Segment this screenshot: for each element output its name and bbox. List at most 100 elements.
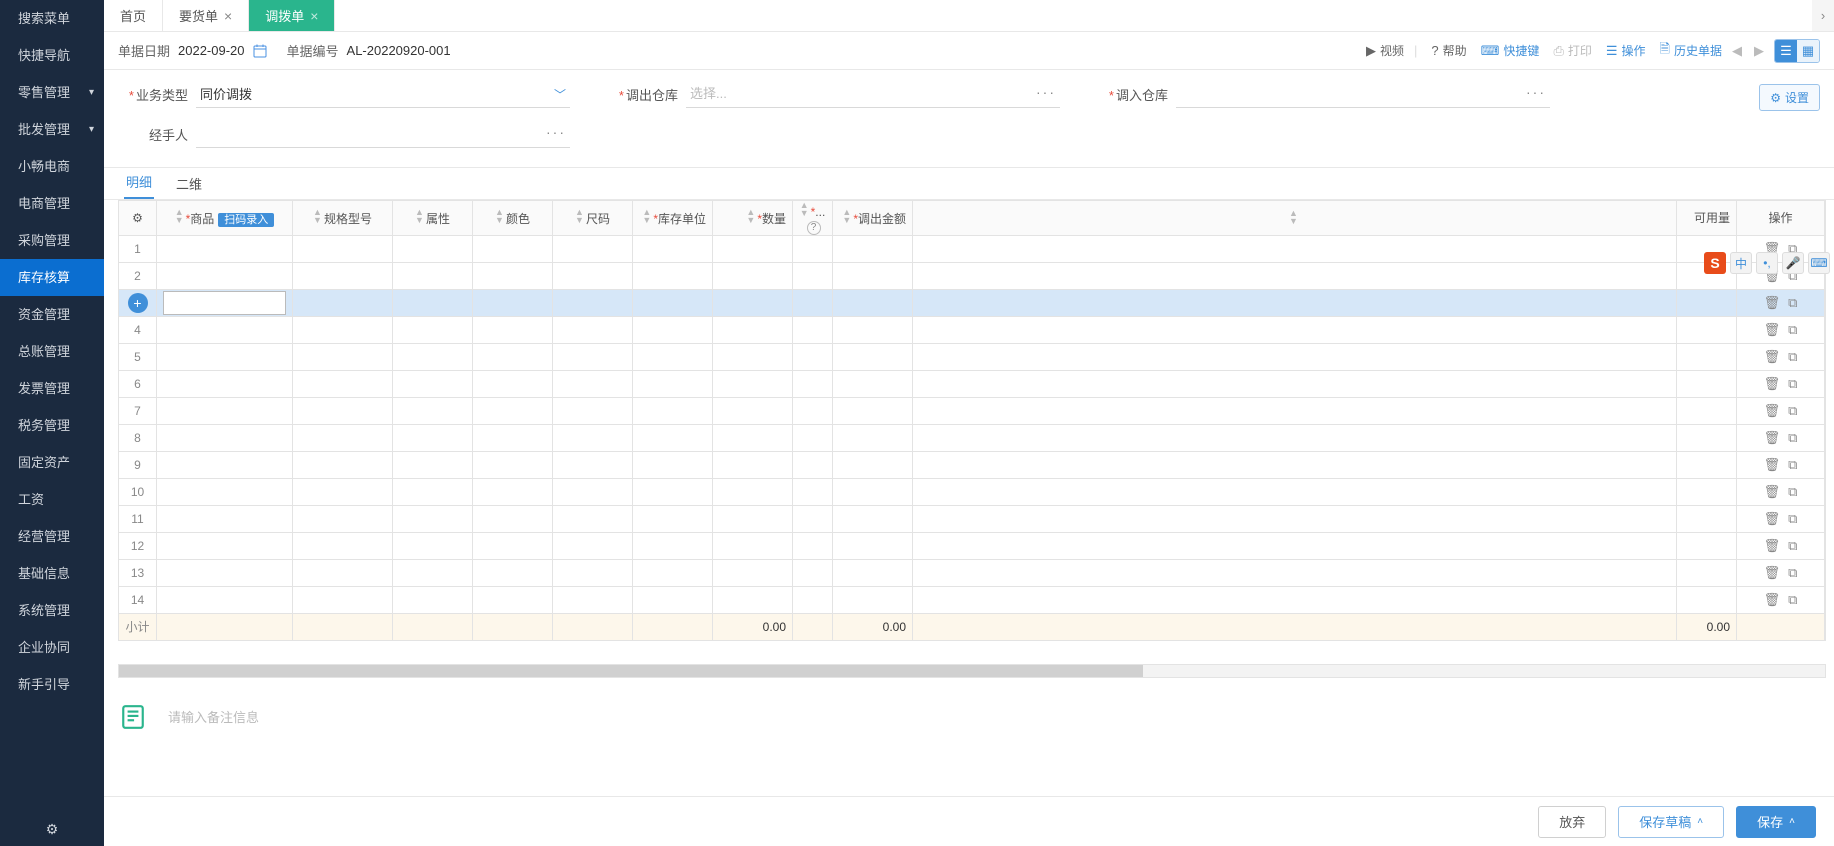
biz-type-input[interactable] (196, 80, 570, 108)
pager-prev[interactable]: ◀ (1730, 43, 1744, 59)
copy-icon[interactable]: ⧉ (1788, 565, 1797, 580)
view-list-icon[interactable]: ☰ (1775, 40, 1797, 62)
delete-icon[interactable]: 🗑 (1764, 511, 1781, 526)
table-row[interactable]: + 🗑 ⧉ (119, 290, 1825, 317)
ellipsis-icon[interactable]: ··· (546, 124, 566, 140)
settings-button[interactable]: ⚙设置 (1759, 84, 1820, 111)
out-warehouse-input[interactable] (686, 80, 1060, 108)
table-row[interactable]: 10🗑⧉ (119, 479, 1825, 506)
copy-icon[interactable]: ⧉ (1788, 376, 1797, 391)
table-row[interactable]: 1🗑⧉ (119, 236, 1825, 263)
table-row[interactable]: 9🗑⧉ (119, 452, 1825, 479)
ime-mic-icon[interactable]: 🎤 (1782, 252, 1804, 274)
sidebar-item-4[interactable]: 小畅电商 (0, 148, 104, 185)
sidebar-item-2[interactable]: 零售管理▾ (0, 74, 104, 111)
sidebar-item-5[interactable]: 电商管理 (0, 185, 104, 222)
sidebar-item-13[interactable]: 工资 (0, 481, 104, 518)
ime-lang-button[interactable]: 中 (1730, 252, 1752, 274)
history-button[interactable]: 🗎历史单据 (1660, 40, 1722, 62)
remark-input[interactable] (168, 702, 1826, 732)
col-product[interactable]: ▲▼*商品扫码录入 (157, 201, 293, 236)
save-draft-button[interactable]: 保存草稿˄ (1618, 806, 1724, 838)
delete-icon[interactable]: 🗑 (1764, 295, 1781, 310)
copy-icon[interactable]: ⧉ (1788, 484, 1797, 499)
sidebar-item-11[interactable]: 税务管理 (0, 407, 104, 444)
delete-icon[interactable]: 🗑 (1764, 430, 1781, 445)
table-row[interactable]: 12🗑⧉ (119, 533, 1825, 560)
close-icon[interactable]: × (310, 8, 318, 24)
copy-icon[interactable]: ⧉ (1788, 511, 1797, 526)
action-button[interactable]: ☰操作 (1606, 42, 1646, 59)
sidebar-item-12[interactable]: 固定资产 (0, 444, 104, 481)
tab-0[interactable]: 首页 (104, 0, 163, 31)
table-row[interactable]: 13🗑⧉ (119, 560, 1825, 587)
shortcut-button[interactable]: ⌨快捷键 (1481, 42, 1540, 59)
sidebar-item-7[interactable]: 库存核算 (0, 259, 104, 296)
copy-icon[interactable]: ⧉ (1788, 538, 1797, 553)
copy-icon[interactable]: ⧉ (1788, 322, 1797, 337)
doc-date-value[interactable]: 2022-09-20 (178, 43, 245, 58)
delete-icon[interactable]: 🗑 (1764, 484, 1781, 499)
delete-icon[interactable]: 🗑 (1764, 565, 1781, 580)
sidebar-item-1[interactable]: 快捷导航 (0, 37, 104, 74)
chevron-down-icon[interactable]: ﹀ (554, 86, 566, 103)
copy-icon[interactable]: ⧉ (1788, 430, 1797, 445)
copy-icon[interactable]: ⧉ (1788, 457, 1797, 472)
sidebar-item-18[interactable]: 新手引导 (0, 666, 104, 703)
add-row-button[interactable]: + (128, 293, 148, 313)
col-attr[interactable]: ▲▼属性 (393, 201, 473, 236)
sidebar-item-8[interactable]: 资金管理 (0, 296, 104, 333)
settings-gear-icon[interactable]: ⚙ (0, 813, 104, 846)
delete-icon[interactable]: 🗑 (1764, 322, 1781, 337)
abandon-button[interactable]: 放弃 (1538, 806, 1606, 838)
col-qty[interactable]: ▲▼*数量 (713, 201, 793, 236)
handler-input[interactable] (196, 120, 570, 148)
sidebar-item-17[interactable]: 企业协同 (0, 629, 104, 666)
sidebar-item-6[interactable]: 采购管理 (0, 222, 104, 259)
ellipsis-icon[interactable]: ··· (1526, 84, 1546, 100)
sidebar-item-0[interactable]: 搜索菜单 (0, 0, 104, 37)
ime-keyboard-icon[interactable]: ⌨ (1808, 252, 1830, 274)
sidebar-item-10[interactable]: 发票管理 (0, 370, 104, 407)
table-row[interactable]: 11🗑⧉ (119, 506, 1825, 533)
sidebar-item-3[interactable]: 批发管理▾ (0, 111, 104, 148)
copy-icon[interactable]: ⧉ (1788, 295, 1797, 310)
sidebar-item-16[interactable]: 系统管理 (0, 592, 104, 629)
pager-next[interactable]: ▶ (1752, 43, 1766, 59)
table-row[interactable]: 14🗑⧉ (119, 587, 1825, 614)
tabs-more[interactable]: › (1812, 0, 1834, 31)
calendar-icon[interactable] (253, 44, 267, 58)
delete-icon[interactable]: 🗑 (1764, 349, 1781, 364)
col-spec[interactable]: ▲▼规格型号 (293, 201, 393, 236)
ime-logo-icon[interactable]: S (1704, 252, 1726, 274)
ime-punct-button[interactable]: •, (1756, 252, 1778, 274)
help-button[interactable]: ?帮助 (1431, 42, 1466, 59)
delete-icon[interactable]: 🗑 (1764, 403, 1781, 418)
table-row[interactable]: 6🗑⧉ (119, 371, 1825, 398)
tab-detail[interactable]: 明细 (124, 166, 154, 199)
scan-button[interactable]: 扫码录入 (218, 213, 274, 227)
delete-icon[interactable]: 🗑 (1764, 376, 1781, 391)
col-available[interactable]: 可用量 (1677, 201, 1737, 236)
col-size[interactable]: ▲▼尺码 (553, 201, 633, 236)
col-color[interactable]: ▲▼颜色 (473, 201, 553, 236)
copy-icon[interactable]: ⧉ (1788, 349, 1797, 364)
table-row[interactable]: 4🗑⧉ (119, 317, 1825, 344)
copy-icon[interactable]: ⧉ (1788, 592, 1797, 607)
print-button[interactable]: ⎙打印 (1553, 42, 1591, 59)
tab-1[interactable]: 要货单× (163, 0, 249, 31)
ellipsis-icon[interactable]: ··· (1036, 84, 1056, 100)
delete-icon[interactable]: 🗑 (1764, 538, 1781, 553)
tab-2d[interactable]: 二维 (174, 168, 204, 199)
delete-icon[interactable]: 🗑 (1764, 457, 1781, 472)
in-warehouse-input[interactable] (1176, 80, 1550, 108)
table-row[interactable]: 2🗑⧉ (119, 263, 1825, 290)
video-button[interactable]: ▶视频 (1366, 42, 1404, 59)
col-unit[interactable]: ▲▼*库存单位 (633, 201, 713, 236)
copy-icon[interactable]: ⧉ (1788, 403, 1797, 418)
sidebar-item-14[interactable]: 经营管理 (0, 518, 104, 555)
delete-icon[interactable]: 🗑 (1764, 592, 1781, 607)
table-row[interactable]: 8🗑⧉ (119, 425, 1825, 452)
help-icon[interactable]: ? (807, 221, 821, 235)
table-row[interactable]: 7🗑⧉ (119, 398, 1825, 425)
